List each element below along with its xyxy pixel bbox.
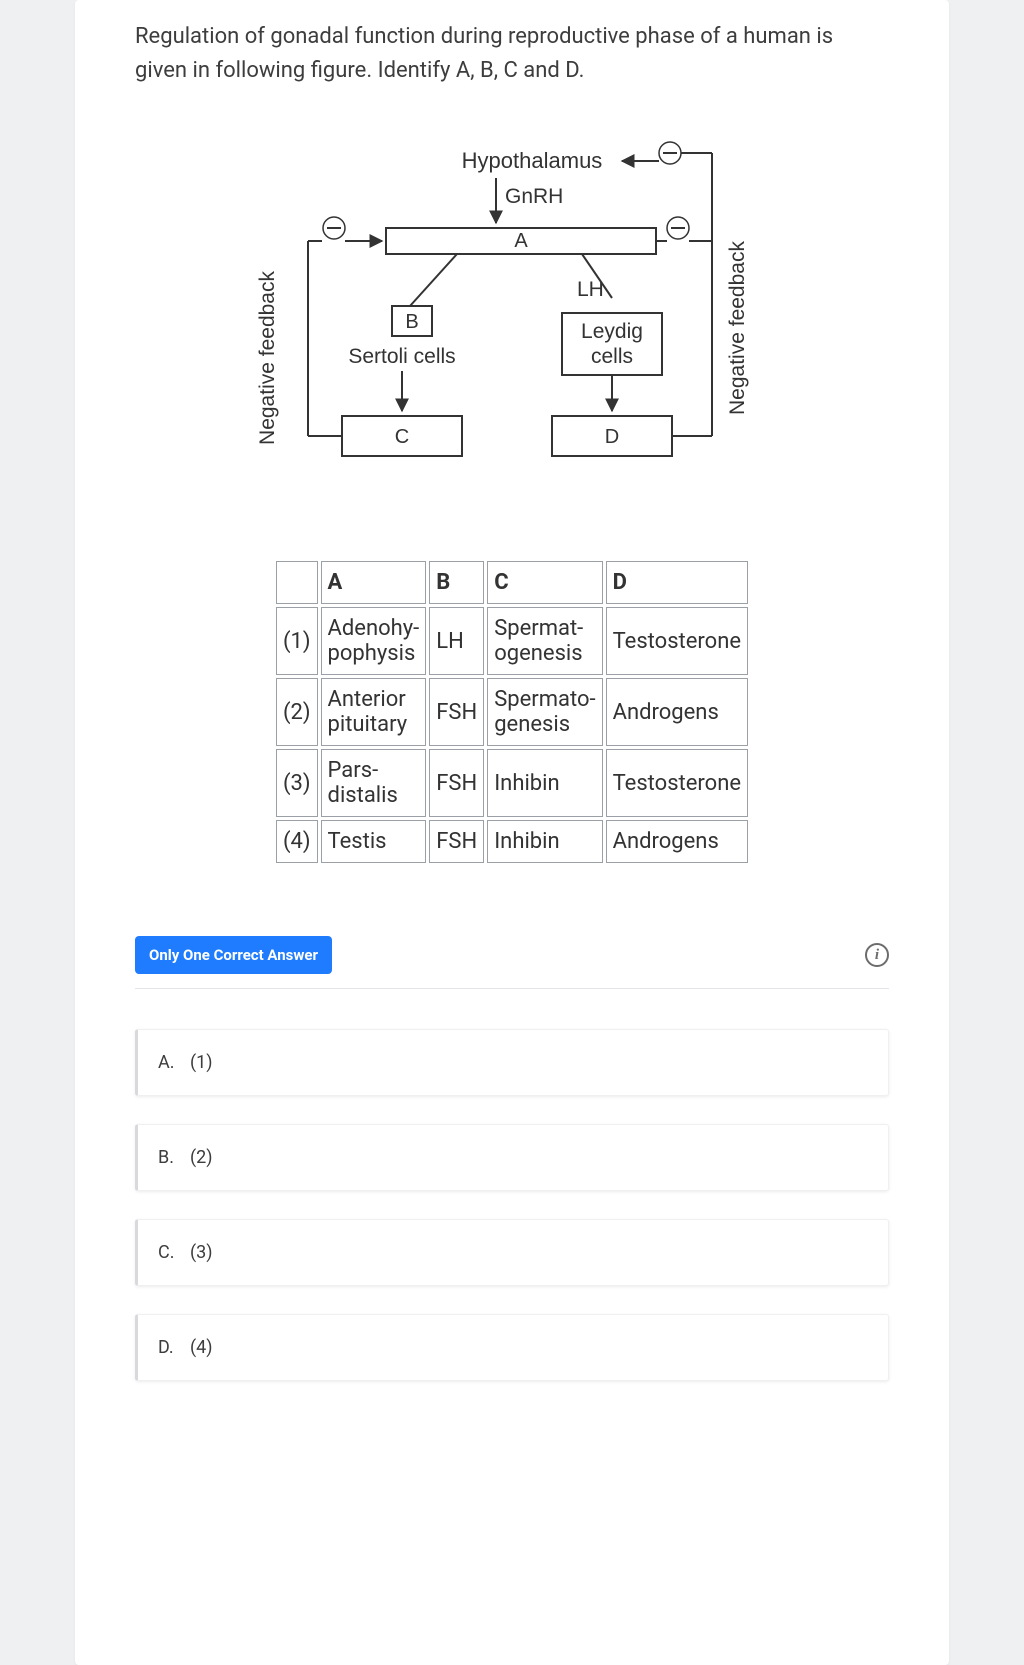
table-row: (1) Adenohy-pophysis LH Spermat-ogenesis… [276, 607, 748, 675]
question-card: Regulation of gonadal function during re… [75, 0, 949, 1665]
table-row: (4) Testis FSH Inhibin Androgens [276, 820, 748, 863]
neg-feedback-right: Negative feedback [726, 241, 749, 415]
col-d: D [606, 561, 748, 604]
options-table: A B C D (1) Adenohy-pophysis LH Spermat-… [273, 558, 751, 866]
answer-text: (3) [190, 1242, 213, 1263]
lh-label: LH [577, 278, 604, 301]
b-label: B [405, 311, 418, 333]
d-label: D [605, 426, 619, 448]
badge-row: Only One Correct Answer i [135, 936, 889, 974]
answer-option-c[interactable]: C. (3) [135, 1219, 889, 1286]
answer-letter: C. [158, 1242, 190, 1263]
separator [135, 988, 889, 989]
neg-feedback-left: Negative feedback [256, 271, 279, 445]
col-c: C [487, 561, 602, 604]
answer-letter: D. [158, 1337, 190, 1358]
sertoli-label: Sertoli cells [348, 345, 455, 368]
answer-text: (2) [190, 1147, 213, 1168]
table-row: (2) Anteriorpituitary FSH Spermato-genes… [276, 678, 748, 746]
question-text: Regulation of gonadal function during re… [135, 20, 889, 88]
connector-line [410, 254, 457, 306]
answer-option-b[interactable]: B. (2) [135, 1124, 889, 1191]
col-a: A [321, 561, 427, 604]
answer-option-d[interactable]: D. (4) [135, 1314, 889, 1381]
answer-type-badge: Only One Correct Answer [135, 936, 332, 974]
table-header-row: A B C D [276, 561, 748, 604]
table-row: (3) Pars-distalis FSH Inhibin Testostero… [276, 749, 748, 817]
info-icon[interactable]: i [865, 943, 889, 967]
gnrh-label: GnRH [505, 185, 563, 208]
a-label: A [514, 230, 528, 252]
answer-letter: B. [158, 1147, 190, 1168]
c-label: C [395, 426, 409, 448]
diagram-container: Hypothalamus GnRH A B [135, 128, 889, 528]
answer-text: (4) [190, 1337, 213, 1358]
leydig-label-2: cells [591, 345, 633, 368]
col-b: B [429, 561, 484, 604]
col-blank [276, 561, 318, 604]
answer-letter: A. [158, 1052, 190, 1073]
answer-text: (1) [190, 1052, 213, 1073]
leydig-label-1: Leydig [581, 320, 643, 343]
hypothalamus-label: Hypothalamus [462, 148, 603, 173]
regulation-diagram: Hypothalamus GnRH A B [242, 128, 782, 528]
options-table-container: A B C D (1) Adenohy-pophysis LH Spermat-… [135, 558, 889, 866]
answer-option-a[interactable]: A. (1) [135, 1029, 889, 1096]
